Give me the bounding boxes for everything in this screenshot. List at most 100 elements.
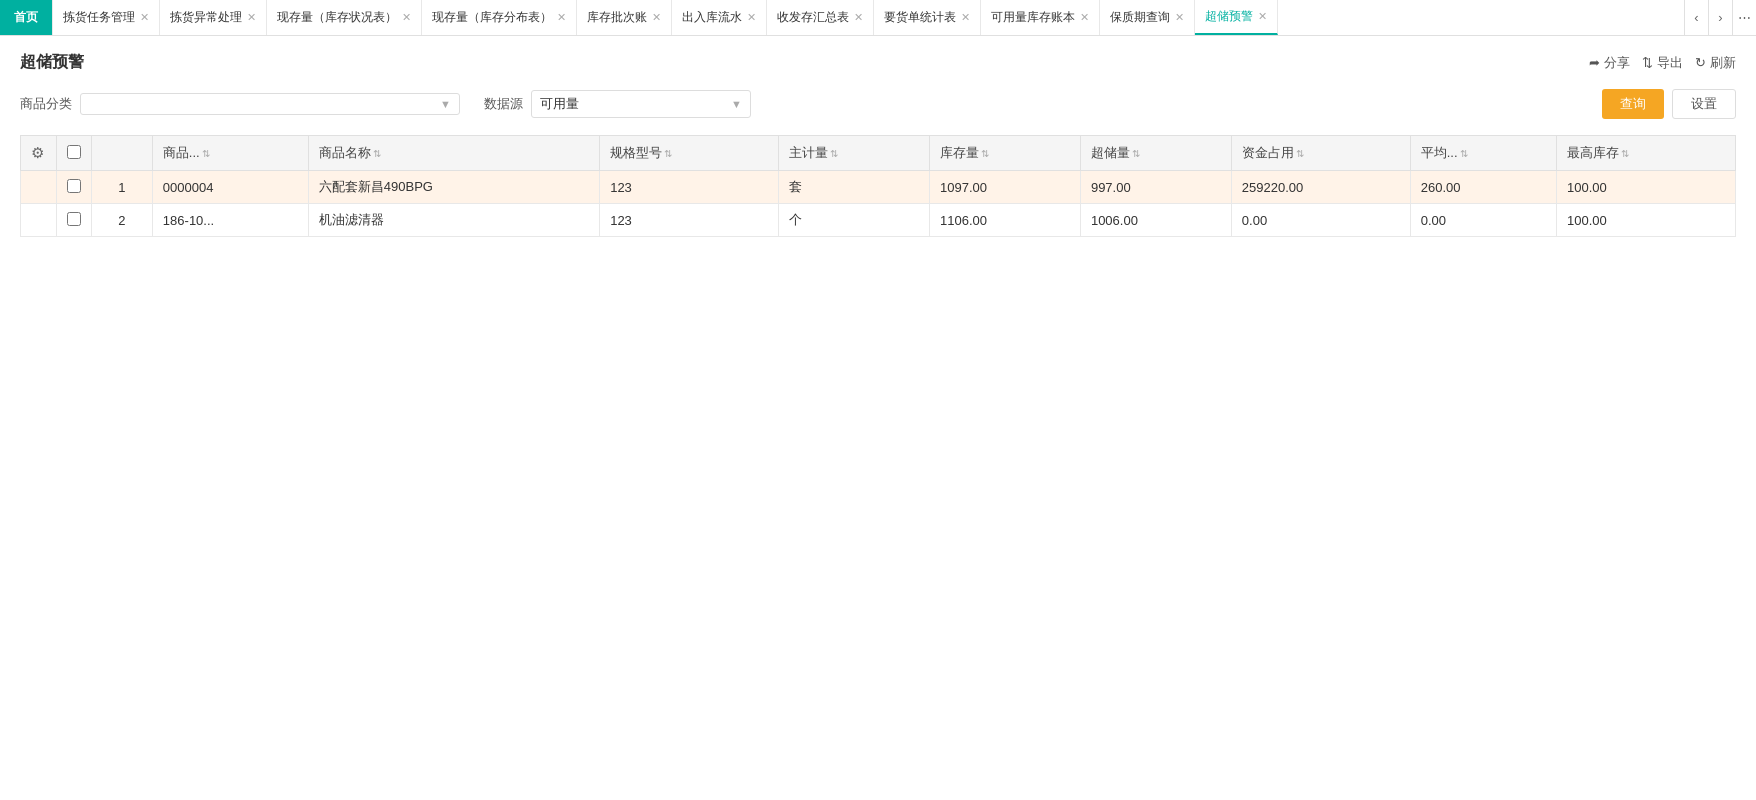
tab-label: 超储预警 [1205, 8, 1253, 25]
data-source-value: 可用量 [540, 95, 579, 113]
product-name: 机油滤清器 [308, 204, 599, 237]
stock: 1106.00 [930, 204, 1081, 237]
tab-label: 拣货异常处理 [170, 9, 242, 26]
page-content: 超储预警 ➦ 分享 ⇅ 导出 ↻ 刷新 商品分类 ▼ 数据源 [0, 36, 1756, 800]
sort-icon-spec: ⇅ [664, 148, 672, 159]
tab-label: 拣货任务管理 [63, 9, 135, 26]
row-checkbox[interactable] [67, 179, 81, 193]
data-source-select[interactable]: 可用量 ▼ [531, 90, 751, 118]
sort-icon-overstock: ⇅ [1132, 148, 1140, 159]
nav-tab-tab-8[interactable]: 要货单统计表 ✕ [874, 0, 981, 35]
nav-menu-btn[interactable]: ⋯ [1732, 0, 1756, 36]
share-label: 分享 [1604, 54, 1630, 72]
nav-tab-tab-4[interactable]: 现存量（库存分布表） ✕ [422, 0, 577, 35]
tab-label: 要货单统计表 [884, 9, 956, 26]
nav-tab-tab-2[interactable]: 拣货异常处理 ✕ [160, 0, 267, 35]
nav-tab-tab-10[interactable]: 保质期查询✕ [1100, 0, 1195, 35]
th-product-code[interactable]: 商品...⇅ [152, 136, 308, 171]
share-link[interactable]: ➦ 分享 [1589, 54, 1630, 72]
tab-label: 出入库流水 [682, 9, 742, 26]
tab-close-icon[interactable]: ✕ [402, 11, 411, 24]
refresh-icon: ↻ [1695, 55, 1706, 70]
th-settings[interactable]: ⚙ [21, 136, 57, 171]
nav-tab-tab-7[interactable]: 收发存汇总表 ✕ [767, 0, 874, 35]
header-actions: ➦ 分享 ⇅ 导出 ↻ 刷新 [1589, 54, 1736, 72]
tab-close-icon[interactable]: ✕ [747, 11, 756, 24]
row-settings-cell [21, 204, 57, 237]
table-row: 2 186-10... 机油滤清器 123 个 1106.00 1006.00 … [21, 204, 1736, 237]
tab-close-icon[interactable]: ✕ [961, 11, 970, 24]
nav-tab-tab-11[interactable]: 超储预警 ✕ [1195, 0, 1278, 35]
export-icon: ⇅ [1642, 55, 1653, 70]
th-capital[interactable]: 资金占用⇅ [1231, 136, 1410, 171]
sort-icon-avg: ⇅ [1460, 148, 1468, 159]
sort-icon-name: ⇅ [373, 148, 381, 159]
query-button[interactable]: 查询 [1602, 89, 1664, 119]
export-link[interactable]: ⇅ 导出 [1642, 54, 1683, 72]
data-table: ⚙ 商品...⇅ 商品名称⇅ 规格型号⇅ 主计量⇅ 库存量⇅ 超储量⇅ 资金占用… [20, 135, 1736, 237]
overstock: 997.00 [1080, 171, 1231, 204]
spec: 123 [600, 204, 779, 237]
spec: 123 [600, 171, 779, 204]
tab-close-icon[interactable]: ✕ [1258, 10, 1267, 23]
th-checkbox [57, 136, 92, 171]
row-checkbox-cell[interactable] [57, 171, 92, 204]
th-spec[interactable]: 规格型号⇅ [600, 136, 779, 171]
capital: 259220.00 [1231, 171, 1410, 204]
nav-tab-tab-1[interactable]: 拣货任务管理 ✕ [53, 0, 160, 35]
unit: 套 [779, 171, 930, 204]
overstock: 1006.00 [1080, 204, 1231, 237]
gear-icon[interactable]: ⚙ [31, 144, 44, 161]
tab-close-icon[interactable]: ✕ [247, 11, 256, 24]
row-checkbox-cell[interactable] [57, 204, 92, 237]
tab-label: 可用量库存账本 [991, 9, 1075, 26]
chevron-down-icon: ▼ [440, 98, 451, 110]
tab-close-icon[interactable]: ✕ [557, 11, 566, 24]
select-all-checkbox[interactable] [67, 145, 81, 159]
stock: 1097.00 [930, 171, 1081, 204]
sort-icon-max: ⇅ [1621, 148, 1629, 159]
unit: 个 [779, 204, 930, 237]
nav-tab-tab-5[interactable]: 库存批次账✕ [577, 0, 672, 35]
data-source-label: 数据源 [484, 95, 523, 113]
tab-close-icon[interactable]: ✕ [140, 11, 149, 24]
avg: 260.00 [1410, 171, 1556, 204]
filter-commodity-class: 商品分类 ▼ [20, 93, 460, 115]
nav-prev-btn[interactable]: ‹ [1684, 0, 1708, 36]
tab-close-icon[interactable]: ✕ [652, 11, 661, 24]
settings-button[interactable]: 设置 [1672, 89, 1736, 119]
refresh-link[interactable]: ↻ 刷新 [1695, 54, 1736, 72]
commodity-class-select[interactable]: ▼ [80, 93, 460, 115]
nav-tab-home[interactable]: 首页 [0, 0, 53, 35]
max-stock: 100.00 [1557, 204, 1736, 237]
th-overstock[interactable]: 超储量⇅ [1080, 136, 1231, 171]
max-stock: 100.00 [1557, 171, 1736, 204]
th-unit[interactable]: 主计量⇅ [779, 136, 930, 171]
top-nav: 首页 拣货任务管理✕拣货异常处理✕现存量（库存状况表）✕现存量（库存分布表）✕库… [0, 0, 1756, 36]
chevron-down-icon-2: ▼ [731, 98, 742, 110]
row-num: 2 [92, 204, 153, 237]
th-avg[interactable]: 平均...⇅ [1410, 136, 1556, 171]
nav-next-btn[interactable]: › [1708, 0, 1732, 36]
tab-close-icon[interactable]: ✕ [854, 11, 863, 24]
avg: 0.00 [1410, 204, 1556, 237]
row-checkbox[interactable] [67, 212, 81, 226]
tab-close-icon[interactable]: ✕ [1175, 11, 1184, 24]
tab-close-icon[interactable]: ✕ [1080, 11, 1089, 24]
page-header: 超储预警 ➦ 分享 ⇅ 导出 ↻ 刷新 [20, 52, 1736, 73]
th-product-name[interactable]: 商品名称⇅ [308, 136, 599, 171]
product-code: 0000004 [152, 171, 308, 204]
nav-tab-tab-3[interactable]: 现存量（库存状况表） ✕ [267, 0, 422, 35]
th-stock[interactable]: 库存量⇅ [930, 136, 1081, 171]
tab-label: 现存量（库存分布表） [432, 9, 552, 26]
nav-tab-tab-9[interactable]: 可用量库存账本 ✕ [981, 0, 1100, 35]
nav-tab-tab-6[interactable]: 出入库流水 ✕ [672, 0, 767, 35]
table-header-row: ⚙ 商品...⇅ 商品名称⇅ 规格型号⇅ 主计量⇅ 库存量⇅ 超储量⇅ 资金占用… [21, 136, 1736, 171]
th-max-stock[interactable]: 最高库存⇅ [1557, 136, 1736, 171]
tab-label: 收发存汇总表 [777, 9, 849, 26]
product-name: 六配套新昌490BPG [308, 171, 599, 204]
tab-label: 现存量（库存状况表） [277, 9, 397, 26]
refresh-label: 刷新 [1710, 54, 1736, 72]
row-num: 1 [92, 171, 153, 204]
nav-arrows: ‹ › ⋯ [1684, 0, 1756, 36]
